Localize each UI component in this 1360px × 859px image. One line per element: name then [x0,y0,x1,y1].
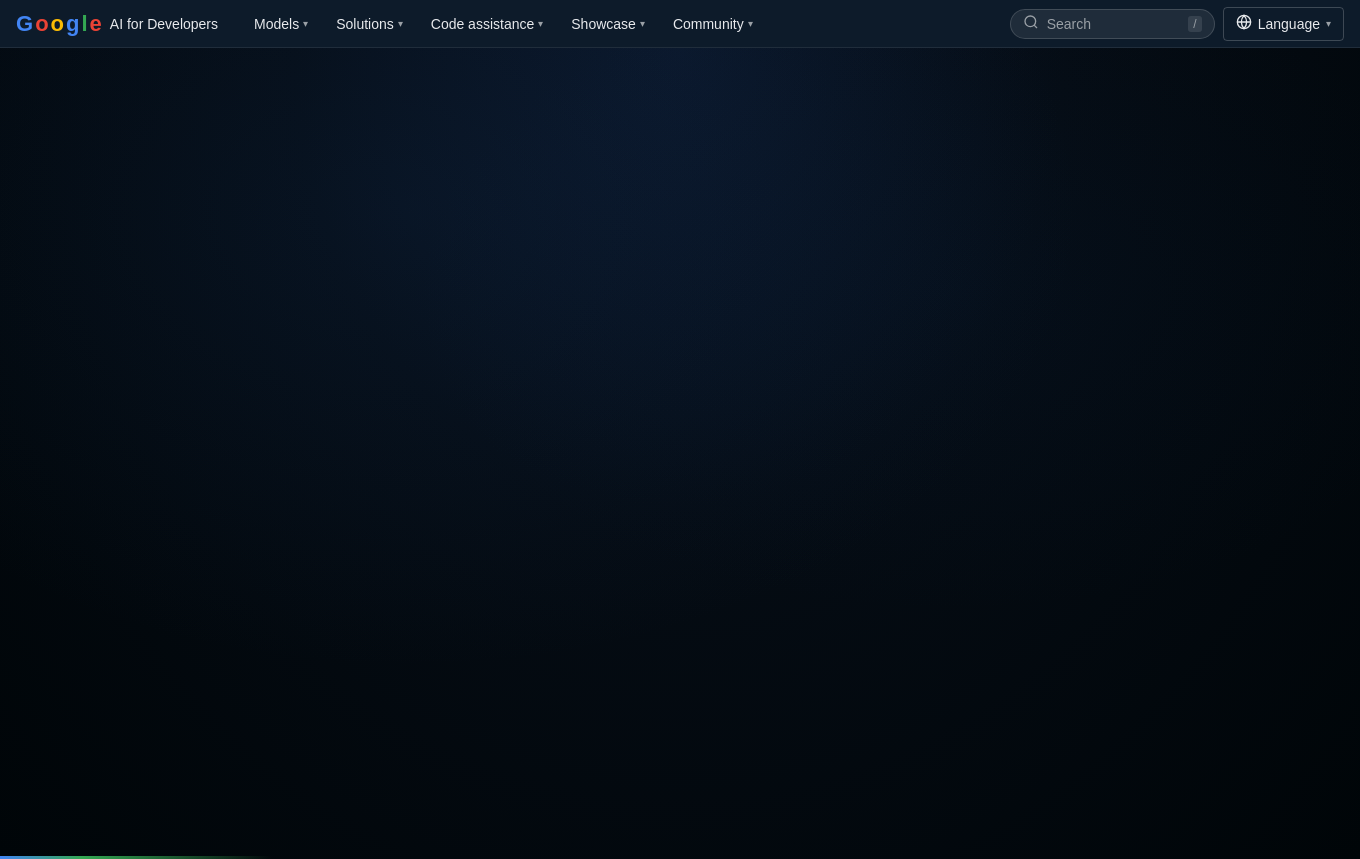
logo-letter-g2: g [66,11,79,37]
chevron-down-icon-showcase: ▾ [640,18,645,29]
logo-letter-o1: o [35,11,48,37]
nav-label-community: Community [673,16,744,32]
nav-links: Models ▾ Solutions ▾ Code assistance ▾ S… [242,10,1010,38]
logo-letter-o2: o [51,11,64,37]
globe-icon [1236,14,1252,34]
nav-item-showcase[interactable]: Showcase ▾ [559,10,657,38]
search-placeholder: Search [1047,16,1181,32]
nav-label-showcase: Showcase [571,16,636,32]
navbar: Google AI for Developers Models ▾ Soluti… [0,0,1360,48]
language-button[interactable]: Language ▾ [1223,7,1344,41]
google-logo: Google [16,11,102,37]
svg-point-0 [1025,16,1036,27]
logo-area[interactable]: Google AI for Developers [16,11,218,37]
chevron-down-icon-language: ▾ [1326,18,1331,29]
nav-item-solutions[interactable]: Solutions ▾ [324,10,415,38]
logo-letter-l: l [81,11,87,37]
nav-label-code-assistance: Code assistance [431,16,535,32]
nav-item-models[interactable]: Models ▾ [242,10,320,38]
chevron-down-icon-solutions: ▾ [398,18,403,29]
chevron-down-icon-models: ▾ [303,18,308,29]
chevron-down-icon-community: ▾ [748,18,753,29]
nav-label-models: Models [254,16,299,32]
chevron-down-icon-code-assistance: ▾ [538,18,543,29]
logo-letter-g1: G [16,11,33,37]
search-icon [1023,14,1039,34]
nav-right: Search / Language ▾ [1010,7,1344,41]
search-shortcut: / [1188,16,1201,32]
nav-label-solutions: Solutions [336,16,394,32]
logo-text: AI for Developers [110,16,218,32]
language-label: Language [1258,16,1320,32]
search-bar[interactable]: Search / [1010,9,1215,39]
main-content [0,48,1360,859]
nav-item-code-assistance[interactable]: Code assistance ▾ [419,10,556,38]
logo-letter-e: e [90,11,102,37]
nav-item-community[interactable]: Community ▾ [661,10,765,38]
